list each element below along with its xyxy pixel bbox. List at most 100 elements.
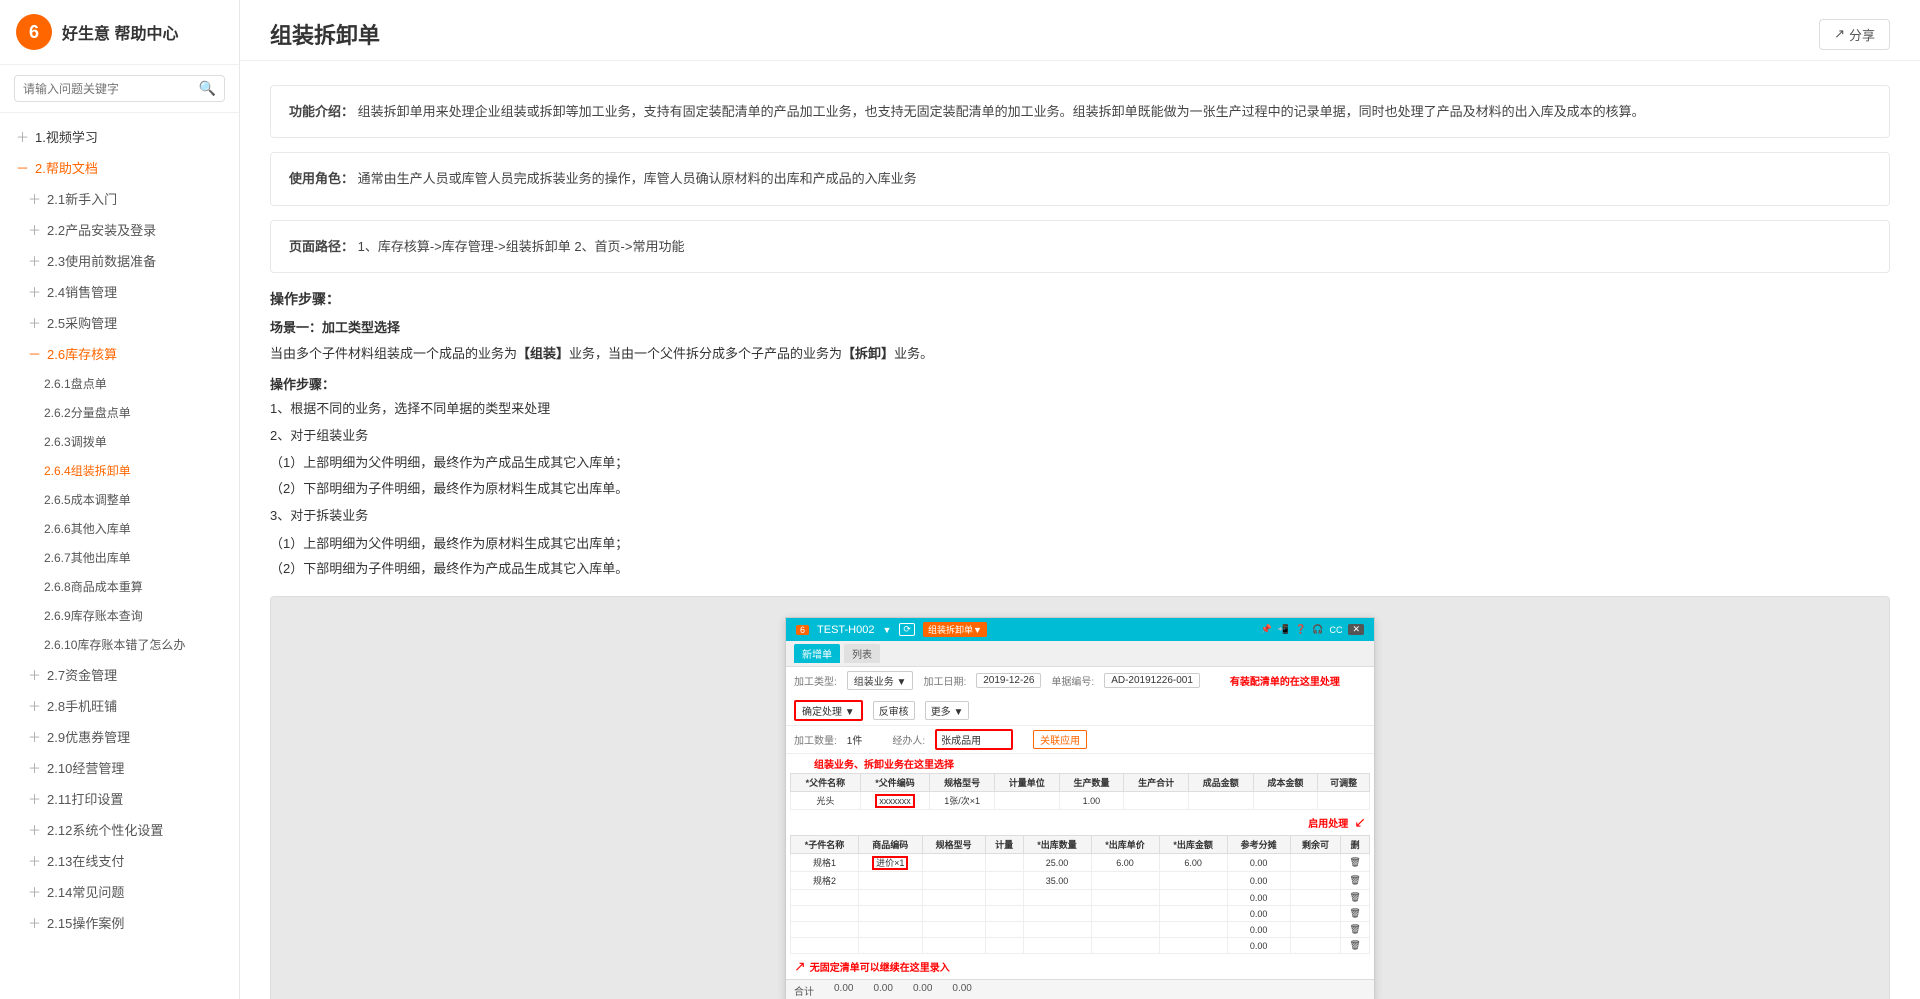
- share-button[interactable]: ↗ 分享: [1819, 19, 1890, 50]
- logo-text: 好生意 帮助中心: [62, 20, 178, 44]
- nav-label: 1.视频学习: [35, 127, 98, 146]
- td-out-qty: 35.00: [1023, 872, 1091, 890]
- assembly-annotation-row: 组装业务、拆卸业务在这里选择: [786, 754, 1374, 771]
- nav-item-video[interactable]: ＋ 1.视频学习: [0, 121, 239, 152]
- nav-item-beginner[interactable]: ＋ 2.1新手入门: [0, 183, 239, 214]
- nav-item-cases[interactable]: ＋ 2.15操作案例: [0, 907, 239, 938]
- app-icon2: 📲: [1278, 624, 1289, 635]
- plus-icon: ＋: [28, 282, 41, 301]
- more-btn[interactable]: 更多 ▼: [925, 701, 970, 720]
- plus-icon: ＋: [28, 313, 41, 332]
- nav-item-data-prep[interactable]: ＋ 2.3使用前数据准备: [0, 245, 239, 276]
- th-spec: 规格型号: [930, 774, 995, 792]
- main-content: 组装拆卸单 ↗ 分享 功能介绍： 组装拆卸单用来处理企业组装或拆卸等加工业务，支…: [240, 0, 1920, 999]
- th-child-unit: 计量: [985, 836, 1023, 854]
- form-doc-no[interactable]: AD-20191226-001: [1104, 673, 1200, 688]
- nav-item-faq[interactable]: ＋ 2.14常见问题: [0, 876, 239, 907]
- nav-item-docs[interactable]: － 2.帮助文档: [0, 152, 239, 183]
- td-del[interactable]: 🗑: [1341, 854, 1370, 872]
- anti-review-btn[interactable]: 反审核: [873, 701, 915, 720]
- td-del[interactable]: 🗑: [1341, 922, 1370, 938]
- td-del[interactable]: 🗑: [1341, 890, 1370, 906]
- th-adj: 可调整: [1318, 774, 1370, 792]
- nav-item-online-pay[interactable]: ＋ 2.13在线支付: [0, 845, 239, 876]
- nav-item-sales[interactable]: ＋ 2.4销售管理: [0, 276, 239, 307]
- role-label: 使用角色：: [289, 171, 354, 186]
- role-text: 通常由生产人员或库管人员完成拆装业务的操作，库管人员确认原材料的出库和产成品的入…: [358, 171, 917, 186]
- nav-item-purchase[interactable]: ＋ 2.5采购管理: [0, 307, 239, 338]
- form-person[interactable]: 张成品用: [935, 729, 1013, 750]
- nav-item-assembly[interactable]: 2.6.4组装拆卸单: [0, 456, 239, 485]
- nav-item-system-settings[interactable]: ＋ 2.12系统个性化设置: [0, 814, 239, 845]
- nav-item-other-out[interactable]: 2.6.7其他出库单: [0, 543, 239, 572]
- nav-item-cost-recalc[interactable]: 2.6.8商品成本重算: [0, 572, 239, 601]
- page-title: 组装拆卸单: [270, 18, 380, 50]
- plus-icon: ＋: [28, 882, 41, 901]
- td-del[interactable]: 🗑: [1341, 872, 1370, 890]
- nav-label: 2.11打印设置: [47, 789, 123, 808]
- tab-new[interactable]: 新增单: [794, 644, 840, 663]
- th-cost: 成本金额: [1253, 774, 1318, 792]
- confirm-btn[interactable]: 确定处理 ▼: [794, 700, 863, 721]
- td-unit: [994, 792, 1059, 810]
- td-child-code: 进价×1: [859, 854, 922, 872]
- td-out-amount: [1159, 872, 1227, 890]
- nav-item-cost-adjust[interactable]: 2.6.5成本调整单: [0, 485, 239, 514]
- td-out-amount: 6.00: [1159, 854, 1227, 872]
- search-icon[interactable]: 🔍: [199, 80, 216, 97]
- nav-item-coupon[interactable]: ＋ 2.9优惠券管理: [0, 721, 239, 752]
- nav-label: 2.6.2分量盘点单: [44, 404, 131, 421]
- nav-item-other-in[interactable]: 2.6.6其他入库单: [0, 514, 239, 543]
- form-qty: 1件: [847, 732, 863, 747]
- nav-item-mobile[interactable]: ＋ 2.8手机旺铺: [0, 690, 239, 721]
- content-body: 功能介绍： 组装拆卸单用来处理企业组装或拆卸等加工业务，支持有固定装配清单的产品…: [240, 61, 1920, 999]
- plus-icon: ＋: [28, 696, 41, 715]
- form-date[interactable]: 2019-12-26: [976, 673, 1041, 688]
- nav-item-partial-stocktake[interactable]: 2.6.2分量盘点单: [0, 398, 239, 427]
- nav-label: 2.7资金管理: [47, 665, 117, 684]
- app-icon3: ❓: [1295, 624, 1306, 635]
- close-btn[interactable]: ✕: [1348, 624, 1364, 635]
- step2-2: （2）下部明细为子件明细，最终作为原材料生成其它出库单。: [270, 477, 1890, 500]
- step3-2: （2）下部明细为子件明细，最终作为产成品生成其它入库单。: [270, 557, 1890, 580]
- td-alloc: 0.00: [1227, 890, 1290, 906]
- nav-item-ops[interactable]: ＋ 2.10经营管理: [0, 752, 239, 783]
- nav-item-transfer[interactable]: 2.6.3调拨单: [0, 427, 239, 456]
- scene1-label: 场景一：加工类型选择: [270, 317, 1890, 336]
- plus-icon: ＋: [28, 665, 41, 684]
- td-code: xxxxxxx: [860, 792, 930, 810]
- form-type-select[interactable]: 组装业务 ▼: [847, 671, 914, 690]
- plus-icon: ＋: [28, 820, 41, 839]
- func-intro-label: 功能介绍：: [289, 104, 354, 119]
- app-user: CC: [1329, 625, 1342, 635]
- td-del[interactable]: 🗑: [1341, 938, 1370, 954]
- nav-item-stocktake[interactable]: 2.6.1盘点单: [0, 369, 239, 398]
- td-child-name: 规格1: [791, 854, 859, 872]
- path-text: 1、库存核算->库存管理->组装拆卸单 2、首页->常用功能: [358, 239, 685, 254]
- fake-titlebar: 6 TEST-H002 ▼ ⟳ 组装拆卸单▼ 📌 📲 ❓ 🎧 CC: [786, 618, 1374, 641]
- nav-item-install[interactable]: ＋ 2.2产品安装及登录: [0, 214, 239, 245]
- nav-item-print[interactable]: ＋ 2.11打印设置: [0, 783, 239, 814]
- td-del[interactable]: 🗑: [1341, 906, 1370, 922]
- nav-label: 2.2产品安装及登录: [47, 220, 156, 239]
- tab-list[interactable]: 列表: [844, 644, 880, 663]
- nav-item-finance[interactable]: ＋ 2.7资金管理: [0, 659, 239, 690]
- step3: 3、对于拆装业务: [270, 504, 1890, 527]
- nav-item-inventory[interactable]: － 2.6库存核算: [0, 338, 239, 369]
- app-logo: 6: [796, 625, 809, 635]
- ops-title: 操作步骤：: [270, 289, 1890, 309]
- footer-total1: 0.00: [834, 983, 853, 998]
- form-label-no: 单据编号:: [1051, 673, 1094, 688]
- nav-label: 2.6.3调拨单: [44, 433, 107, 450]
- th-child-spec: 规格型号: [922, 836, 985, 854]
- plus-icon: ＋: [28, 251, 41, 270]
- form-label-qty: 加工数量:: [794, 732, 837, 747]
- func-intro-block: 功能介绍： 组装拆卸单用来处理企业组装或拆卸等加工业务，支持有固定装配清单的产品…: [270, 85, 1890, 138]
- td-out-price: 6.00: [1091, 854, 1159, 872]
- nav-item-ledger-fix[interactable]: 2.6.10库存账本错了怎么办: [0, 630, 239, 659]
- new-doc-btn[interactable]: 组装拆卸单▼: [923, 622, 987, 637]
- apply-btn[interactable]: 关联应用: [1033, 730, 1087, 749]
- search-input[interactable]: [23, 82, 199, 96]
- nav-item-ledger-query[interactable]: 2.6.9库存账本查询: [0, 601, 239, 630]
- logo-icon: 6: [16, 14, 52, 50]
